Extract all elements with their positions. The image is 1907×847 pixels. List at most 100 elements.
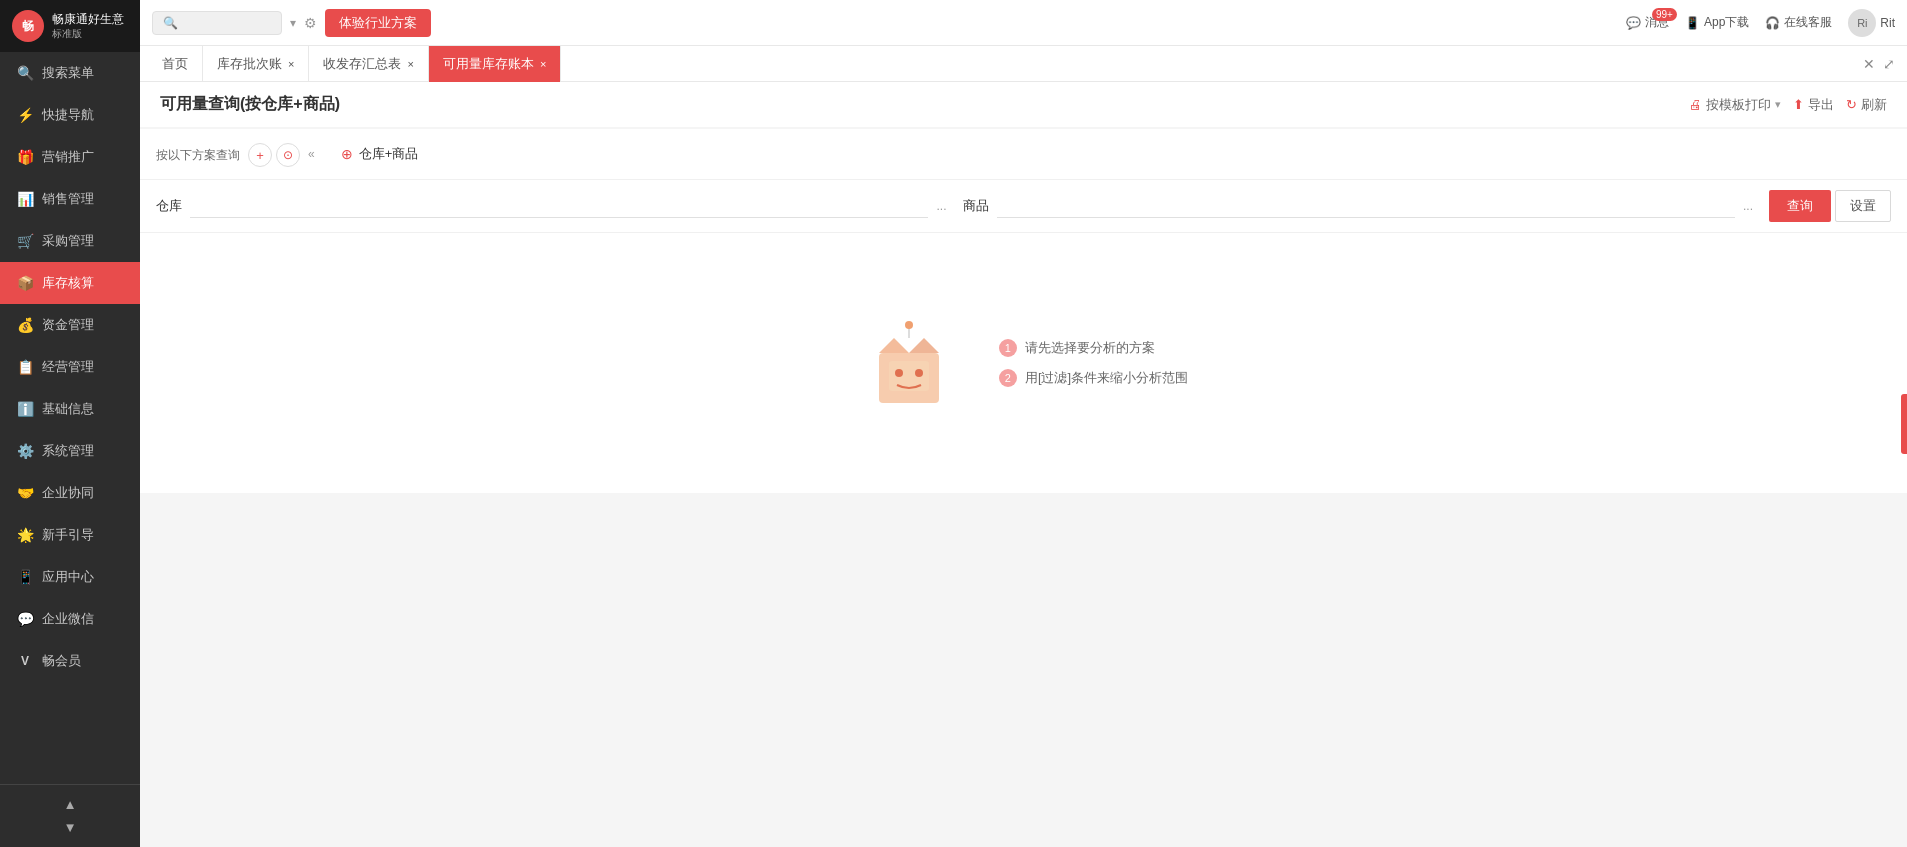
chevron-down-icon[interactable]: ▾ bbox=[290, 16, 296, 30]
tab-collect-summary[interactable]: 收发存汇总表 × bbox=[309, 46, 428, 82]
sidebar-item-operations[interactable]: 📋 经营管理 bbox=[0, 346, 140, 388]
product-label: 商品 bbox=[963, 197, 989, 215]
sidebar-item-finance[interactable]: 💰 资金管理 bbox=[0, 304, 140, 346]
topbar-actions: 💬 消息 99+ 📱 App下载 🎧 在线客服 Ri Rit bbox=[1626, 9, 1895, 37]
sidebar-item-basic[interactable]: ℹ️ 基础信息 bbox=[0, 388, 140, 430]
sidebar-item-search[interactable]: 🔍 搜索菜单 bbox=[0, 52, 140, 94]
app-title: 畅康通好生意 bbox=[52, 11, 124, 28]
print-button[interactable]: 🖨 按模板打印 ▾ bbox=[1689, 96, 1781, 114]
info-icon: ℹ️ bbox=[16, 401, 34, 417]
sidebar-item-appstore[interactable]: 📱 应用中心 bbox=[0, 556, 140, 598]
tip-number-2: 2 bbox=[999, 369, 1017, 387]
sidebar-item-newbie[interactable]: 🌟 新手引导 bbox=[0, 514, 140, 556]
sidebar-scroll-up[interactable]: ▲ bbox=[8, 793, 132, 816]
empty-state: 1 请先选择要分析的方案 2 用[过滤]条件来缩小分析范围 bbox=[140, 233, 1907, 493]
query-buttons: 查询 设置 bbox=[1769, 190, 1891, 222]
refresh-label: 刷新 bbox=[1861, 96, 1887, 114]
filter-scheme-item[interactable]: ⊕ 仓库+商品 bbox=[331, 141, 429, 167]
app-subtitle: 标准版 bbox=[52, 27, 124, 41]
sidebar-item-label: 应用中心 bbox=[42, 568, 94, 586]
online-service-button[interactable]: 🎧 在线客服 bbox=[1765, 14, 1832, 31]
user-profile[interactable]: Ri Rit bbox=[1848, 9, 1895, 37]
tab-home-label: 首页 bbox=[162, 55, 188, 73]
chart-icon: 📊 bbox=[16, 191, 34, 207]
app-download-label: App下载 bbox=[1704, 14, 1749, 31]
topbar-search-box[interactable]: 🔍 bbox=[152, 11, 282, 35]
query-button[interactable]: 查询 bbox=[1769, 190, 1831, 222]
product-input[interactable] bbox=[997, 194, 1735, 218]
message-button[interactable]: 💬 消息 99+ bbox=[1626, 14, 1669, 31]
tabs-bar: 首页 库存批次账 × 收发存汇总表 × 可用量库存账本 × ✕ ⤢ bbox=[140, 46, 1907, 82]
sidebar-item-purchase[interactable]: 🛒 采购管理 bbox=[0, 220, 140, 262]
content-area: 按以下方案查询 + ⊙ « ⊕ 仓库+商品 bbox=[140, 129, 1907, 493]
sidebar-bottom: ▲ ▼ bbox=[0, 784, 140, 847]
tab-close-icon[interactable]: × bbox=[288, 58, 294, 70]
trial-button[interactable]: 体验行业方案 bbox=[325, 9, 431, 37]
sidebar-scroll-down[interactable]: ▼ bbox=[8, 816, 132, 839]
page-header-actions: 🖨 按模板打印 ▾ ⬆ 导出 ↻ 刷新 bbox=[1689, 96, 1887, 114]
username: Rit bbox=[1880, 16, 1895, 30]
sidebar-nav: 🔍 搜索菜单 ⚡ 快捷导航 🎁 营销推广 📊 销售管理 🛒 采购管理 📦 库存核… bbox=[0, 52, 140, 784]
tab-close-icon[interactable]: × bbox=[407, 58, 413, 70]
sidebar-item-inventory[interactable]: 📦 库存核算 bbox=[0, 262, 140, 304]
tab-collect-summary-label: 收发存汇总表 bbox=[323, 55, 401, 73]
filter-add-button[interactable]: + bbox=[248, 143, 272, 167]
window-buttons: ✕ ⤢ bbox=[1851, 56, 1907, 72]
settings-icon[interactable]: ⚙ bbox=[304, 15, 317, 31]
phone-icon: 📱 bbox=[16, 569, 34, 585]
svg-point-3 bbox=[915, 369, 923, 377]
filter-settings-button[interactable]: ⊙ bbox=[276, 143, 300, 167]
tab-batch-account[interactable]: 库存批次账 × bbox=[203, 46, 309, 82]
sidebar-item-marketing[interactable]: 🎁 营销推广 bbox=[0, 136, 140, 178]
sidebar-item-sales[interactable]: 📊 销售管理 bbox=[0, 178, 140, 220]
app-title-block: 畅康通好生意 标准版 bbox=[52, 11, 124, 42]
warehouse-label: 仓库 bbox=[156, 197, 182, 215]
sidebar-item-wechat[interactable]: 💬 企业微信 bbox=[0, 598, 140, 640]
page-title: 可用量查询(按仓库+商品) bbox=[160, 94, 340, 115]
printer-icon: 🖨 bbox=[1689, 97, 1702, 112]
warehouse-input[interactable] bbox=[190, 194, 928, 218]
wechat-icon: 💬 bbox=[16, 611, 34, 627]
cart-icon: 🛒 bbox=[16, 233, 34, 249]
tab-home[interactable]: 首页 bbox=[148, 46, 203, 82]
filter-panel: 按以下方案查询 + ⊙ « ⊕ 仓库+商品 bbox=[140, 129, 1907, 180]
tab-close-icon[interactable]: × bbox=[540, 58, 546, 70]
empty-tips: 1 请先选择要分析的方案 2 用[过滤]条件来缩小分析范围 bbox=[999, 339, 1188, 387]
empty-tip-2: 2 用[过滤]条件来缩小分析范围 bbox=[999, 369, 1188, 387]
export-icon: ⬆ bbox=[1793, 97, 1804, 112]
sidebar-item-member[interactable]: V 畅会员 bbox=[0, 640, 140, 682]
sidebar: 畅 畅康通好生意 标准版 🔍 搜索菜单 ⚡ 快捷导航 🎁 营销推广 📊 销售管理… bbox=[0, 0, 140, 847]
search-icon: 🔍 bbox=[163, 16, 178, 30]
sidebar-item-system[interactable]: ⚙️ 系统管理 bbox=[0, 430, 140, 472]
warehouse-more[interactable]: ... bbox=[936, 199, 946, 213]
query-settings-button[interactable]: 设置 bbox=[1835, 190, 1891, 222]
sidebar-item-label: 营销推广 bbox=[42, 148, 94, 166]
right-scroll-indicator bbox=[1901, 394, 1907, 454]
print-chevron-icon: ▾ bbox=[1775, 98, 1781, 111]
star-icon: 🌟 bbox=[16, 527, 34, 543]
filter-settings-icon: ⊙ bbox=[283, 148, 293, 162]
refresh-button[interactable]: ↻ 刷新 bbox=[1846, 96, 1887, 114]
product-more[interactable]: ... bbox=[1743, 199, 1753, 213]
warehouse-field: 仓库 ... bbox=[156, 194, 947, 218]
tab-available-stock[interactable]: 可用量库存账本 × bbox=[429, 46, 561, 82]
sidebar-item-label: 系统管理 bbox=[42, 442, 94, 460]
empty-box-illustration bbox=[859, 313, 959, 413]
avatar: Ri bbox=[1848, 9, 1876, 37]
handshake-icon: 🤝 bbox=[16, 485, 34, 501]
svg-rect-1 bbox=[889, 361, 929, 391]
tip-text-2: 用[过滤]条件来缩小分析范围 bbox=[1025, 369, 1188, 387]
empty-state-content: 1 请先选择要分析的方案 2 用[过滤]条件来缩小分析范围 bbox=[859, 313, 1188, 413]
sidebar-item-shortcut[interactable]: ⚡ 快捷导航 bbox=[0, 94, 140, 136]
sidebar-item-label: 畅会员 bbox=[42, 652, 81, 670]
filter-collapse-button[interactable]: « bbox=[308, 141, 315, 161]
maximize-window-button[interactable]: ⤢ bbox=[1883, 56, 1895, 72]
sidebar-item-enterprise[interactable]: 🤝 企业协同 bbox=[0, 472, 140, 514]
money-icon: 💰 bbox=[16, 317, 34, 333]
box-icon: 📦 bbox=[16, 275, 34, 291]
filter-scheme-list: ⊕ 仓库+商品 bbox=[331, 141, 429, 167]
gear-icon: ⚙️ bbox=[16, 443, 34, 459]
close-window-button[interactable]: ✕ bbox=[1863, 56, 1875, 72]
app-download-button[interactable]: 📱 App下载 bbox=[1685, 14, 1749, 31]
export-button[interactable]: ⬆ 导出 bbox=[1793, 96, 1834, 114]
